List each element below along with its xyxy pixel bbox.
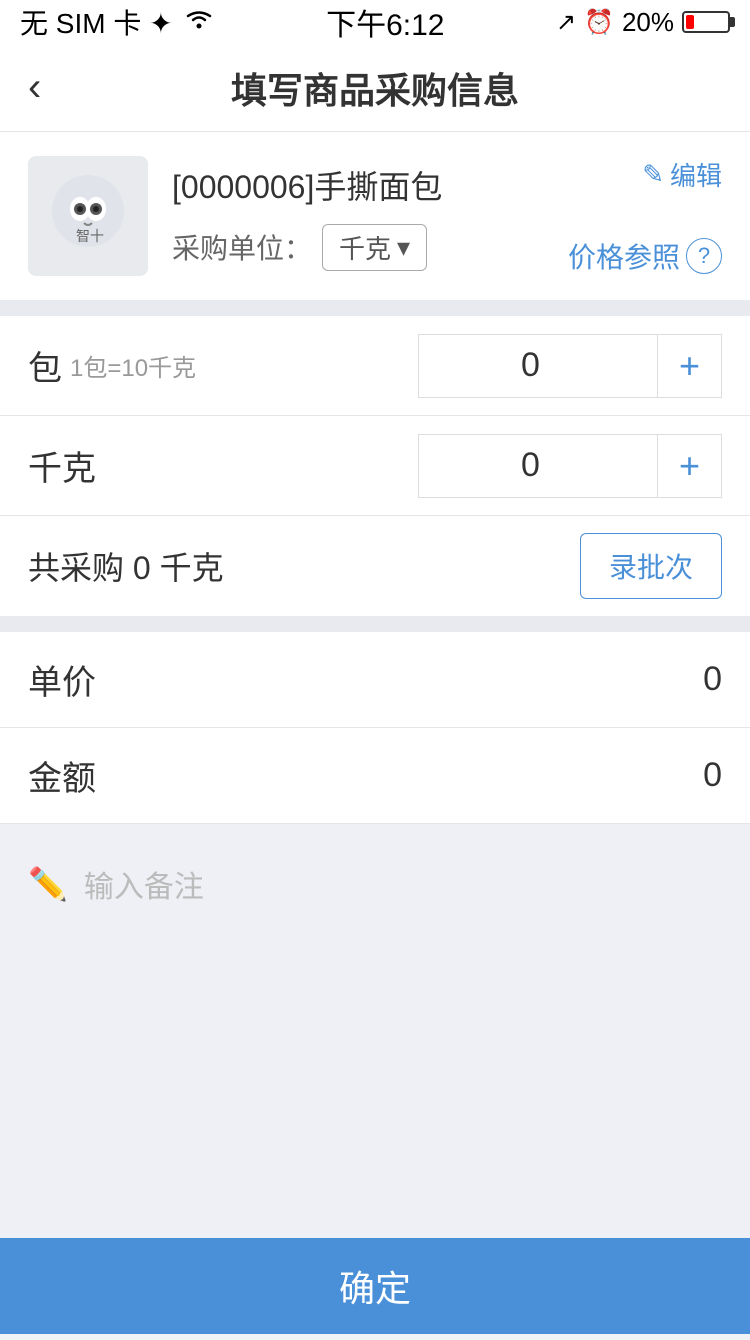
amount-label: 金额 <box>28 751 96 800</box>
price-reference-button[interactable]: 价格参照 ? <box>568 236 722 276</box>
bag-input[interactable] <box>418 334 658 398</box>
unit-value: 千克 <box>339 229 391 266</box>
kg-label: 千克 <box>28 441 96 490</box>
price-ref-label: 价格参照 <box>568 236 680 276</box>
amount-row: 金额 0 <box>0 728 750 824</box>
nav-bar: ‹ 填写商品采购信息 <box>0 44 750 132</box>
edit-button[interactable]: ✎ 编辑 <box>642 156 722 193</box>
confirm-button[interactable]: 确定 <box>0 1238 750 1334</box>
back-button[interactable]: ‹ <box>28 65 41 110</box>
svg-text:智十: 智十 <box>76 228 104 244</box>
amount-value: 0 <box>703 756 722 795</box>
unit-dropdown[interactable]: 千克 ▾ <box>322 224 427 271</box>
help-icon: ? <box>686 238 722 274</box>
bag-plus-button[interactable]: + <box>658 334 722 398</box>
product-name: [0000006]手撕面包 <box>172 162 722 208</box>
unit-price-label: 单价 <box>28 655 96 704</box>
wifi-icon <box>183 6 215 38</box>
edit-label: 编辑 <box>670 156 722 193</box>
sim-status: 无 SIM 卡 ✦ <box>20 2 173 42</box>
chevron-down-icon: ▾ <box>397 232 410 263</box>
summary-text: 共采购 0 千克 <box>28 543 224 589</box>
status-left: 无 SIM 卡 ✦ <box>20 2 215 42</box>
content-spacer <box>0 944 750 1244</box>
page-title: 填写商品采购信息 <box>231 62 519 114</box>
product-card: 智十 [0000006]手撕面包 采购单位： 千克 ▾ ✎ 编辑 价格参照 ? <box>0 132 750 300</box>
status-time: 下午6:12 <box>326 0 444 44</box>
confirm-label: 确定 <box>339 1260 411 1312</box>
record-batch-button[interactable]: 录批次 <box>580 533 722 599</box>
product-logo: 智十 <box>48 171 128 261</box>
note-placeholder: 输入备注 <box>84 862 204 906</box>
battery-pct: 20% <box>622 7 674 38</box>
unit-price-value: 0 <box>703 660 722 699</box>
purchase-unit-label: 采购单位： <box>172 227 312 267</box>
status-bar: 无 SIM 卡 ✦ 下午6:12 ↗ ⏰ 20% <box>0 0 750 44</box>
unit-price-row: 单价 0 <box>0 632 750 728</box>
summary-row: 共采购 0 千克 录批次 <box>0 516 750 616</box>
section-divider-2 <box>0 616 750 632</box>
section-divider-1 <box>0 300 750 316</box>
bag-section: 包 1包=10千克 + 千克 + <box>0 316 750 516</box>
info-section: 单价 0 金额 0 <box>0 632 750 824</box>
edit-icon: ✎ <box>642 159 664 190</box>
location-icon: ↗ <box>556 8 576 37</box>
bag-sublabel: 1包=10千克 <box>70 348 196 383</box>
note-area[interactable]: ✏️ 输入备注 <box>0 824 750 944</box>
bag-row: 包 1包=10千克 + <box>0 316 750 416</box>
bag-label: 包 <box>28 341 62 390</box>
pencil-icon: ✏️ <box>28 865 68 903</box>
kg-input[interactable] <box>418 434 658 498</box>
bag-input-group: + <box>418 334 722 398</box>
alarm-icon: ⏰ <box>584 8 614 37</box>
battery-icon <box>682 11 730 33</box>
status-right: ↗ ⏰ 20% <box>556 7 730 38</box>
kg-plus-button[interactable]: + <box>658 434 722 498</box>
kg-input-group: + <box>418 434 722 498</box>
product-thumbnail: 智十 <box>28 156 148 276</box>
kg-row: 千克 + <box>0 416 750 516</box>
